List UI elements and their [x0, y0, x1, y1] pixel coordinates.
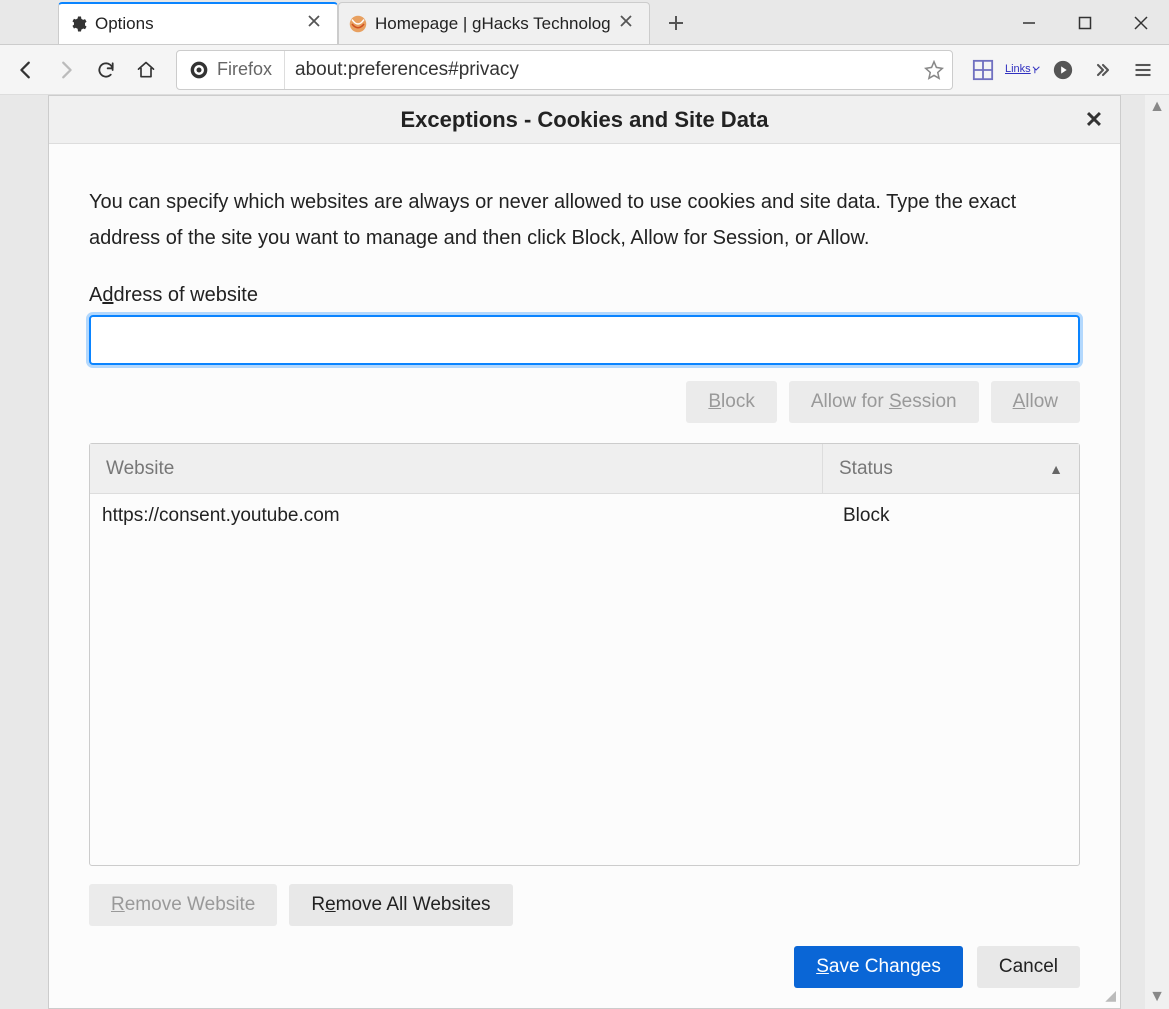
dialog-body: You can specify which websites are alway…: [49, 144, 1120, 946]
identity-label: Firefox: [217, 59, 272, 80]
play-button-icon[interactable]: [1045, 52, 1081, 88]
ghacks-favicon: [349, 15, 367, 33]
save-changes-button[interactable]: Save Changes: [794, 946, 963, 988]
navigation-toolbar: Firefox about:preferences#privacy Links: [0, 45, 1169, 95]
cancel-button[interactable]: Cancel: [977, 946, 1080, 988]
permission-buttons: Block Allow for Session Allow: [89, 381, 1080, 423]
new-tab-button[interactable]: [658, 5, 694, 41]
bookmark-button[interactable]: [916, 52, 952, 88]
close-icon[interactable]: [619, 14, 639, 34]
tab-ghacks[interactable]: Homepage | gHacks Technolog: [338, 2, 650, 44]
column-website[interactable]: Website: [90, 444, 823, 493]
exceptions-dialog: Exceptions - Cookies and Site Data ✕ You…: [48, 95, 1121, 1009]
allow-session-button[interactable]: Allow for Session: [789, 381, 979, 423]
window-controls: [1001, 0, 1169, 45]
dialog-title: Exceptions - Cookies and Site Data: [401, 107, 769, 133]
resize-grip-icon[interactable]: ◢: [1105, 987, 1116, 1004]
cell-status: Block: [823, 494, 1079, 538]
toolbar-extension-area: Links: [965, 52, 1161, 88]
scroll-up-icon[interactable]: ▲: [1145, 95, 1169, 119]
links-button[interactable]: Links: [1005, 52, 1041, 88]
url-bar[interactable]: Firefox about:preferences#privacy: [176, 50, 953, 90]
maximize-button[interactable]: [1057, 0, 1113, 45]
back-button[interactable]: [8, 52, 44, 88]
close-icon[interactable]: [307, 14, 327, 34]
firefox-icon: [189, 60, 209, 80]
tab-options[interactable]: Options: [58, 2, 338, 44]
table-header: Website Status▲: [90, 444, 1079, 494]
scrollbar[interactable]: ▲ ▼: [1145, 95, 1169, 1009]
table-row[interactable]: https://consent.youtube.com Block: [90, 494, 1079, 538]
tab-label: Options: [95, 14, 299, 34]
table-body: https://consent.youtube.com Block: [90, 494, 1079, 865]
close-window-button[interactable]: [1113, 0, 1169, 45]
tab-label: Homepage | gHacks Technolog: [375, 14, 611, 34]
block-button[interactable]: Block: [686, 381, 776, 423]
overflow-button[interactable]: [1085, 52, 1121, 88]
remove-all-websites-button[interactable]: Remove All Websites: [289, 884, 512, 926]
url-text: about:preferences#privacy: [285, 59, 916, 81]
dialog-close-button[interactable]: ✕: [1080, 106, 1108, 134]
hamburger-menu-button[interactable]: [1125, 52, 1161, 88]
home-button[interactable]: [128, 52, 164, 88]
grid-extension-icon[interactable]: [965, 52, 1001, 88]
forward-button[interactable]: [48, 52, 84, 88]
tab-bar: Options Homepage | gHacks Technolog: [0, 0, 1169, 45]
allow-button[interactable]: Allow: [991, 381, 1080, 423]
address-label: Address of website: [89, 284, 1080, 307]
identity-box[interactable]: Firefox: [177, 51, 285, 89]
column-status[interactable]: Status▲: [823, 444, 1079, 493]
dialog-description: You can specify which websites are alway…: [89, 184, 1080, 256]
gear-icon: [69, 15, 87, 33]
remove-buttons: Remove Website Remove All Websites: [89, 884, 1080, 926]
minimize-button[interactable]: [1001, 0, 1057, 45]
scroll-down-icon[interactable]: ▼: [1145, 985, 1169, 1009]
exceptions-table: Website Status▲ https://consent.youtube.…: [89, 443, 1080, 866]
remove-website-button[interactable]: Remove Website: [89, 884, 277, 926]
dialog-footer: Save Changes Cancel: [49, 946, 1120, 1008]
reload-button[interactable]: [88, 52, 124, 88]
content-area: ▲ ▼ Exceptions - Cookies and Site Data ✕…: [0, 95, 1169, 1009]
dialog-header: Exceptions - Cookies and Site Data ✕: [49, 96, 1120, 144]
sort-ascending-icon: ▲: [1049, 461, 1063, 477]
cell-website: https://consent.youtube.com: [90, 494, 823, 538]
address-input[interactable]: [89, 315, 1080, 365]
